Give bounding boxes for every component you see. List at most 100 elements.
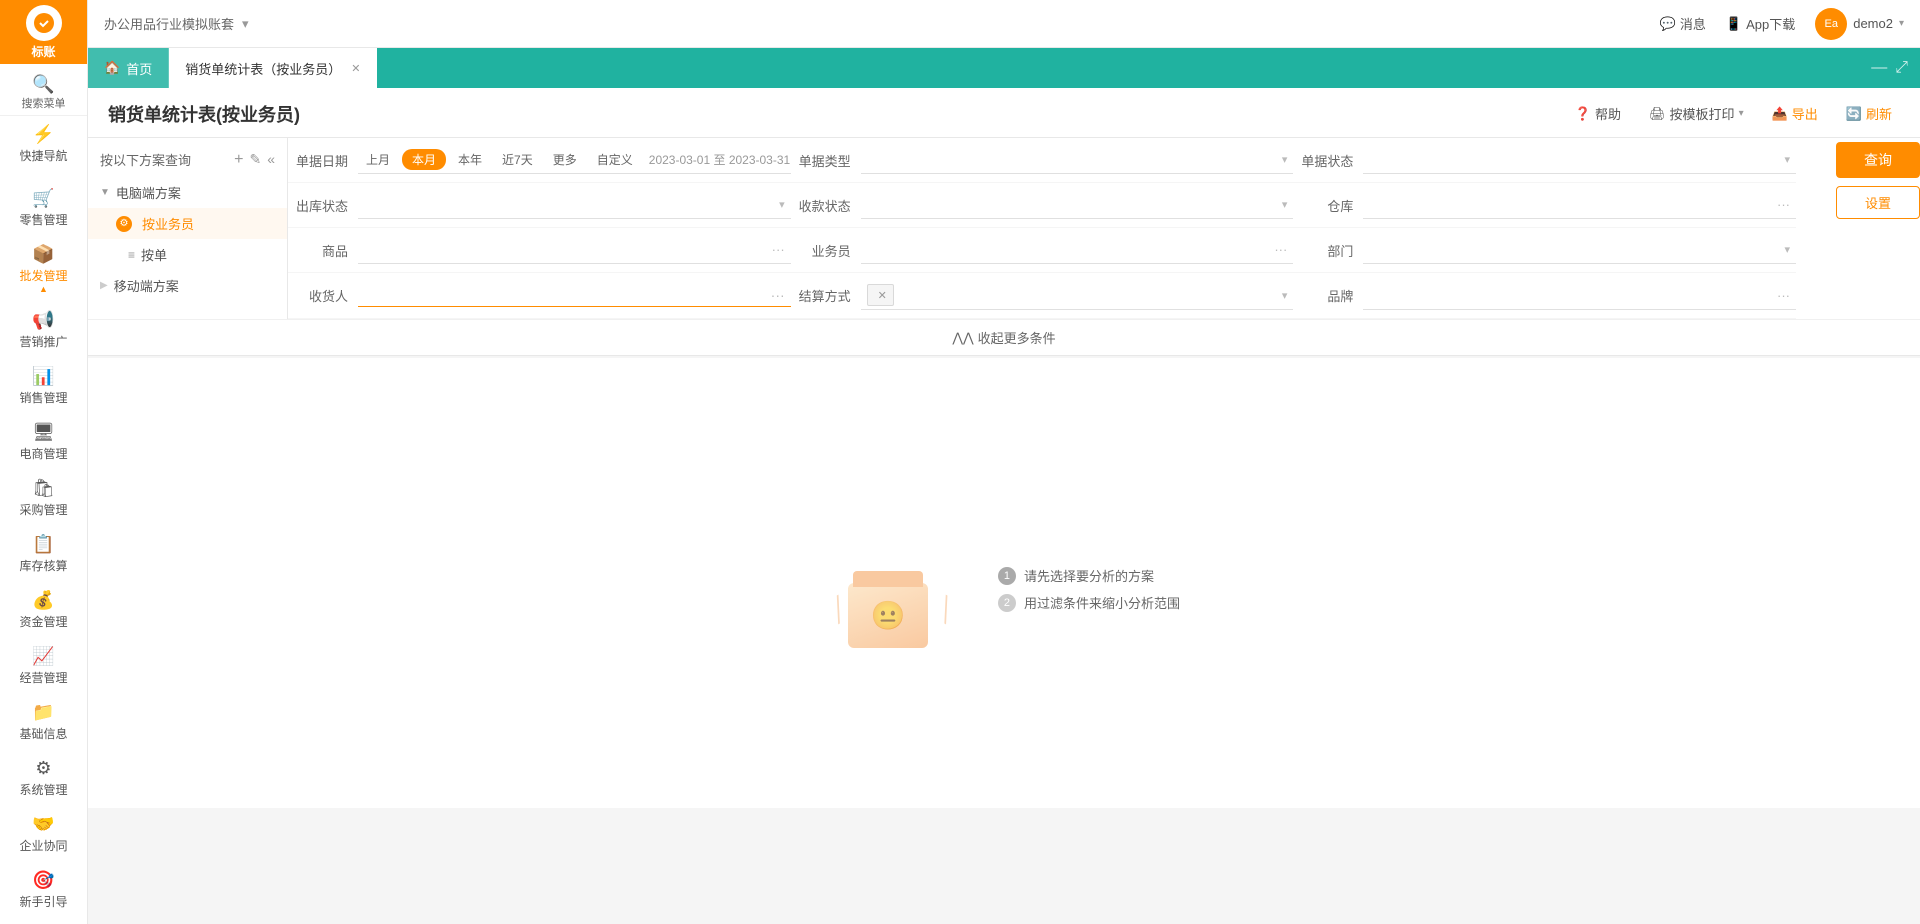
sidebar-search-item[interactable]: 🔍 搜索菜单	[0, 64, 87, 116]
warehouse-select[interactable]: ···	[1363, 191, 1796, 219]
filter-doc-status-item: 单据状态 ▾	[1293, 146, 1796, 174]
page-title: 销货单统计表(按业务员)	[108, 101, 300, 127]
close-tab-icon[interactable]: ✕	[351, 62, 360, 75]
filter-brand-item: 品牌 ···	[1293, 282, 1796, 310]
date-label: 单据日期	[288, 151, 358, 170]
settings-button[interactable]: 设置	[1836, 186, 1920, 219]
doc-status-control[interactable]: ▾	[1363, 146, 1796, 174]
maximize-btn[interactable]: ⤢	[1895, 59, 1908, 77]
receiver-dots[interactable]: ···	[771, 287, 785, 303]
retail-label: 零售管理	[19, 211, 67, 228]
empty-state: 😐 ╱ ╲ 1 请先选择要分析的方案 2 用过滤条件来缩小分析范围	[88, 358, 1920, 808]
date-tab-custom[interactable]: 自定义	[589, 149, 641, 170]
sidebar-item-basic-info[interactable]: 📁 基础信息	[0, 694, 88, 750]
filter-row-3: 商品 ··· 业务员	[288, 228, 1796, 273]
sidebar-item-enterprise[interactable]: 🤝 企业协同	[0, 806, 88, 862]
collapse-btn[interactable]: ⋀⋀ 收起更多条件	[952, 328, 1055, 347]
doc-type-select[interactable]: ▾	[861, 146, 1294, 174]
breadcrumb-text: 办公用品行业模拟账套	[104, 14, 234, 33]
goods-select[interactable]: ···	[358, 236, 791, 264]
filter-goods-item: 商品 ···	[288, 236, 791, 264]
sidebar-item-quick-nav[interactable]: ⚡ 快捷导航	[0, 116, 88, 172]
sidebar-item-app-center[interactable]: 📱 应用中心	[0, 918, 88, 924]
receiver-input[interactable]	[364, 288, 771, 303]
print-btn[interactable]: 🖨 按模板打印 ▾	[1641, 100, 1752, 127]
sidebar-item-newbie[interactable]: 🎯 新手引导	[0, 862, 88, 918]
settlement-select[interactable]: ✕ ▾	[861, 281, 1294, 310]
sidebar-item-inventory[interactable]: 📋 库存核算	[0, 526, 88, 582]
warehouse-control[interactable]: ···	[1363, 191, 1796, 219]
collect-status-arrow: ▾	[1282, 198, 1288, 211]
user-dropdown-icon: ▾	[1899, 18, 1904, 29]
tree-item-by-order[interactable]: ≡ 按单	[88, 239, 287, 270]
tree-group-mobile[interactable]: ▶ 移动端方案	[88, 270, 287, 301]
sidebar-item-wholesale[interactable]: 📦 批发管理 ▲	[0, 236, 88, 302]
empty-text: 1 请先选择要分析的方案 2 用过滤条件来缩小分析范围	[998, 566, 1180, 620]
tab-sales-stats[interactable]: 销货单统计表（按业务员） ✕	[169, 48, 377, 88]
minimize-btn[interactable]: —	[1871, 59, 1887, 77]
doc-type-control[interactable]: ▾	[861, 146, 1294, 174]
warehouse-dots: ···	[1777, 197, 1790, 212]
goods-control[interactable]: ···	[358, 236, 791, 264]
topbar-right: 💬 消息 📱 App下载 Ea demo2 ▾	[1660, 8, 1904, 40]
refresh-btn[interactable]: 🔄 刷新	[1838, 100, 1900, 127]
dept-control[interactable]: ▾	[1363, 236, 1796, 264]
tab-home[interactable]: 🏠 首页	[88, 48, 169, 88]
settlement-clear-btn[interactable]: ✕	[878, 289, 887, 302]
sidebar-item-marketing[interactable]: 📢 营销推广	[0, 302, 88, 358]
out-status-control[interactable]: ▾	[358, 191, 791, 219]
tree-item-by-salesperson[interactable]: ⚙ 按业务员	[88, 208, 287, 239]
salesperson-select[interactable]: ···	[861, 236, 1294, 264]
sales-label: 销售管理	[19, 389, 67, 406]
brand-label: 品牌	[1293, 286, 1363, 305]
brand-control[interactable]: ···	[1363, 282, 1796, 310]
salesperson-dots: ···	[1274, 242, 1287, 257]
date-tab-this-month[interactable]: 本月	[402, 149, 446, 170]
dept-select[interactable]: ▾	[1363, 236, 1796, 264]
content-area: 销货单统计表(按业务员) ❓ 帮助 🖨 按模板打印 ▾ 📤 导出	[88, 88, 1920, 924]
ecommerce-icon: 🖥	[32, 422, 55, 443]
date-tab-more[interactable]: 更多	[545, 149, 585, 170]
date-tab-last-7[interactable]: 近7天	[494, 149, 541, 170]
breadcrumb-dropdown-icon[interactable]: ▾	[242, 16, 249, 32]
collect-status-select[interactable]: ▾	[861, 191, 1294, 219]
query-button[interactable]: 查询	[1836, 142, 1920, 178]
sub-item-icon: ≡	[128, 248, 135, 262]
doc-status-select[interactable]: ▾	[1363, 146, 1796, 174]
salesperson-control[interactable]: ···	[861, 236, 1294, 264]
print-label: 按模板打印	[1670, 104, 1735, 123]
step-1-text: 请先选择要分析的方案	[1024, 566, 1154, 585]
newbie-icon: 🎯	[32, 870, 54, 891]
export-btn[interactable]: 📤 导出	[1764, 100, 1826, 127]
brand-select[interactable]: ···	[1363, 282, 1796, 310]
sidebar-item-sales[interactable]: 📊 销售管理	[0, 358, 88, 414]
date-tab-last-month[interactable]: 上月	[358, 149, 398, 170]
lp-collapse-icon[interactable]: «	[267, 151, 275, 169]
goods-label: 商品	[288, 241, 358, 260]
box-body: 😐	[848, 583, 928, 648]
app-download-icon: 📱	[1726, 16, 1742, 32]
collect-status-control[interactable]: ▾	[861, 191, 1294, 219]
topbar: 办公用品行业模拟账套 ▾ 💬 消息 📱 App下载 Ea demo2 ▾	[88, 0, 1920, 48]
sidebar-item-finance[interactable]: 💰 资金管理	[0, 582, 88, 638]
app-download-btn[interactable]: 📱 App下载	[1726, 14, 1795, 33]
active-dot-icon: ⚙	[116, 216, 132, 232]
sidebar-item-system[interactable]: ⚙ 系统管理	[0, 750, 88, 806]
sales-icon: 📊	[32, 366, 54, 387]
out-status-select[interactable]: ▾	[358, 191, 791, 219]
sidebar-item-purchase[interactable]: 🛍 采购管理	[0, 470, 88, 526]
help-btn[interactable]: ❓ 帮助	[1567, 100, 1629, 127]
empty-step-2: 2 用过滤条件来缩小分析范围	[998, 593, 1180, 612]
sidebar-item-ecommerce[interactable]: 🖥 电商管理	[0, 414, 88, 470]
date-tab-this-year[interactable]: 本年	[450, 149, 490, 170]
tree-group-desktop[interactable]: ▼ 电脑端方案	[88, 177, 287, 208]
sidebar-item-retail[interactable]: 🛒 零售管理	[0, 180, 88, 236]
receiver-control[interactable]: ···	[358, 284, 791, 307]
sidebar-item-operations[interactable]: 📈 经营管理	[0, 638, 88, 694]
filter-receiver-item: 收货人 ···	[288, 284, 791, 307]
user-area[interactable]: Ea demo2 ▾	[1815, 8, 1904, 40]
collapse-label: 收起更多条件	[978, 328, 1056, 347]
lp-add-icon[interactable]: +	[234, 151, 243, 169]
message-btn[interactable]: 💬 消息	[1660, 14, 1706, 33]
lp-edit-icon[interactable]: ✎	[249, 151, 261, 169]
